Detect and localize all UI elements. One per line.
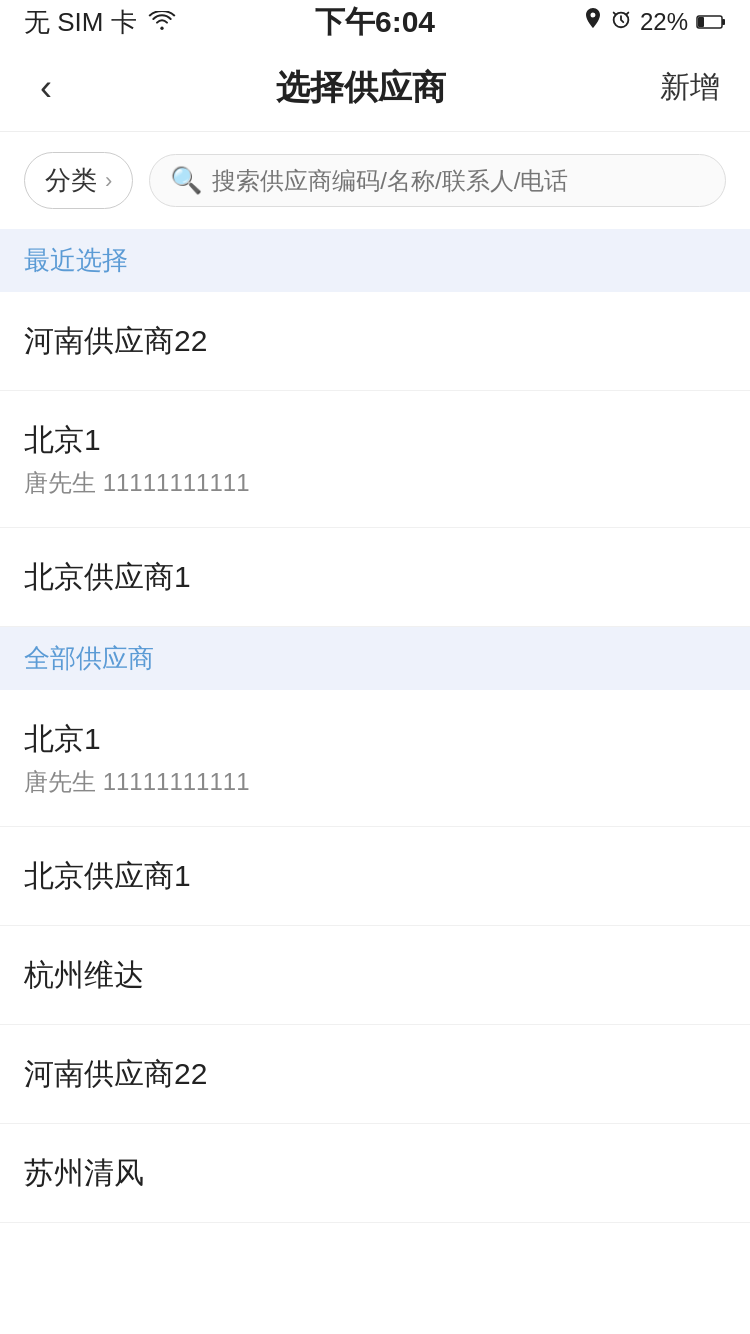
item-name: 杭州维达 — [24, 954, 726, 996]
all-section-header: 全部供应商 — [0, 627, 750, 690]
search-box[interactable]: 🔍 — [149, 154, 726, 207]
nav-title: 选择供应商 — [276, 65, 446, 111]
list-item[interactable]: 北京1 唐先生 11111111111 — [0, 391, 750, 528]
svg-rect-3 — [698, 17, 704, 27]
status-bar: 无 SIM 卡 下午6:04 22% — [0, 0, 750, 44]
all-list: 北京1 唐先生 11111111111 北京供应商1 杭州维达河南供应商22 苏州清风 — [0, 690, 750, 1223]
sim-label: 无 SIM 卡 — [24, 5, 137, 40]
status-left: 无 SIM 卡 — [24, 5, 177, 40]
status-right: 22% — [584, 8, 726, 36]
item-name: 北京1 — [24, 718, 726, 760]
search-input[interactable] — [212, 167, 705, 195]
list-item[interactable]: 杭州维达 — [0, 926, 750, 1025]
list-item[interactable]: 河南供应商22 — [0, 292, 750, 391]
location-icon — [584, 8, 602, 36]
category-filter[interactable]: 分类 › — [24, 152, 133, 209]
battery-icon — [696, 8, 726, 36]
recent-section-header: 最近选择 — [0, 229, 750, 292]
list-item[interactable]: 北京供应商1 — [0, 528, 750, 627]
chevron-right-icon: › — [105, 168, 112, 194]
recent-list: 河南供应商22 北京1 唐先生 11111111111 北京供应商1 — [0, 292, 750, 627]
item-sub: 唐先生 11111111111 — [24, 766, 726, 798]
alarm-icon — [610, 8, 632, 36]
item-name: 北京供应商1 — [24, 556, 726, 598]
list-item[interactable]: 北京1 唐先生 11111111111 — [0, 690, 750, 827]
status-time: 下午6:04 — [315, 2, 435, 43]
category-label: 分类 — [45, 163, 97, 198]
item-sub: 唐先生 11111111111 — [24, 467, 726, 499]
item-name: 北京1 — [24, 419, 726, 461]
item-name: 河南供应商22 — [24, 1053, 726, 1095]
wifi-icon — [147, 7, 177, 38]
item-name: 河南供应商22 — [24, 320, 726, 362]
add-button[interactable]: 新增 — [660, 67, 720, 108]
back-button[interactable]: ‹ — [30, 57, 62, 119]
item-name: 北京供应商1 — [24, 855, 726, 897]
filter-bar: 分类 › 🔍 — [0, 132, 750, 229]
search-icon: 🔍 — [170, 165, 202, 196]
list-item[interactable]: 苏州清风 — [0, 1124, 750, 1223]
list-item[interactable]: 河南供应商22 — [0, 1025, 750, 1124]
svg-rect-2 — [722, 19, 725, 25]
item-name: 苏州清风 — [24, 1152, 726, 1194]
battery-label: 22% — [640, 8, 688, 36]
list-item[interactable]: 北京供应商1 — [0, 827, 750, 926]
nav-bar: ‹ 选择供应商 新增 — [0, 44, 750, 132]
